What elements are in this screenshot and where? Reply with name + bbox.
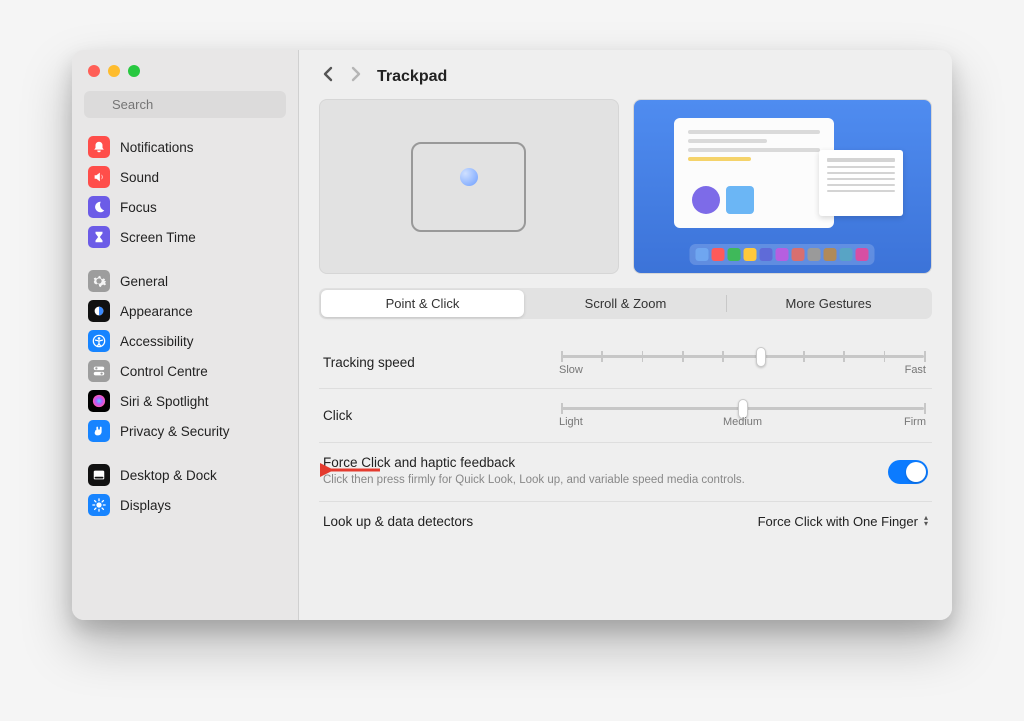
sidebar-item-label: Siri & Spotlight	[120, 394, 209, 409]
nav-back-button[interactable]	[321, 66, 335, 87]
click-label-light: Light	[559, 416, 583, 428]
sidebar-item-notifications[interactable]: Notifications	[82, 132, 288, 162]
dock-app-icon	[808, 248, 821, 261]
dock-app-icon	[776, 248, 789, 261]
moon-icon	[88, 196, 110, 218]
tab-more-gestures[interactable]: More Gestures	[727, 290, 930, 317]
sidebar-item-label: Screen Time	[120, 230, 196, 245]
toolbar: Trackpad	[299, 50, 952, 99]
tracking-speed-label: Tracking speed	[323, 355, 543, 370]
hand-icon	[88, 420, 110, 442]
dock-app-icon	[712, 248, 725, 261]
sidebar-item-accessibility[interactable]: Accessibility	[82, 326, 288, 356]
sidebar-item-label: Desktop & Dock	[120, 468, 217, 483]
row-tracking-speed: Tracking speed Slow Fast	[319, 337, 932, 389]
gear-icon	[88, 270, 110, 292]
search-container	[72, 87, 298, 128]
sidebar-list: Notifications Sound Focus Screen Time Genera…	[72, 128, 298, 620]
appearance-icon	[88, 300, 110, 322]
sidebar-item-general[interactable]: General	[82, 266, 288, 296]
tab-scroll-zoom[interactable]: Scroll & Zoom	[524, 290, 727, 317]
accessibility-icon	[88, 330, 110, 352]
demo-popup-icon	[819, 150, 903, 216]
bell-icon	[88, 136, 110, 158]
dock-app-icon	[840, 248, 853, 261]
dock-app-icon	[728, 248, 741, 261]
fullscreen-window-button[interactable]	[128, 65, 140, 77]
sidebar-item-label: Sound	[120, 170, 159, 185]
force-click-toggle[interactable]	[888, 460, 928, 484]
tracking-speed-slider[interactable]: Slow Fast	[557, 349, 928, 376]
sidebar-item-displays[interactable]: Displays	[82, 490, 288, 520]
tracking-speed-thumb[interactable]	[756, 347, 766, 367]
click-label: Click	[323, 408, 543, 423]
sidebar-item-privacy[interactable]: Privacy & Security	[82, 416, 288, 446]
lookup-label: Look up & data detectors	[323, 514, 744, 529]
sidebar-item-screentime[interactable]: Screen Time	[82, 222, 288, 252]
sidebar-item-label: Notifications	[120, 140, 194, 155]
click-label-firm: Firm	[904, 416, 926, 428]
dock-app-icon	[824, 248, 837, 261]
lookup-select[interactable]: Force Click with One Finger ▴▾	[758, 514, 928, 529]
speaker-icon	[88, 166, 110, 188]
hourglass-icon	[88, 226, 110, 248]
tracking-max-label: Fast	[905, 364, 926, 376]
chevron-updown-icon: ▴▾	[924, 515, 928, 527]
sun-icon	[88, 494, 110, 516]
sidebar-item-appearance[interactable]: Appearance	[82, 296, 288, 326]
system-settings-window: Notifications Sound Focus Screen Time Genera…	[72, 50, 952, 620]
sidebar-item-label: Displays	[120, 498, 171, 513]
tab-bar: Point & ClickScroll & ZoomMore Gestures	[319, 288, 932, 319]
content-pane: Trackpad ➤	[299, 50, 952, 620]
demo-window-icon	[674, 118, 834, 228]
sidebar-item-label: Control Centre	[120, 364, 208, 379]
window-controls	[72, 50, 298, 87]
dock-app-icon	[696, 248, 709, 261]
trackpad-preview	[319, 99, 619, 274]
gesture-demo-preview: ➤	[633, 99, 933, 274]
force-click-description: Click then press firmly for Quick Look, …	[323, 473, 874, 489]
demo-dock-icon	[690, 244, 875, 265]
force-click-label: Force Click and haptic feedback	[323, 455, 874, 470]
tracking-min-label: Slow	[559, 364, 583, 376]
trackpad-icon	[411, 142, 526, 232]
sidebar-item-sound[interactable]: Sound	[82, 162, 288, 192]
minimize-window-button[interactable]	[108, 65, 120, 77]
close-window-button[interactable]	[88, 65, 100, 77]
row-click: Click Light Medium Firm	[319, 389, 932, 443]
page-title: Trackpad	[377, 68, 447, 86]
row-force-click: Force Click and haptic feedback Click th…	[319, 443, 932, 502]
row-lookup: Look up & data detectors Force Click wit…	[319, 502, 932, 541]
dock-icon	[88, 464, 110, 486]
settings-scroll: ➤ Point & ClickScroll & ZoomMore Gesture…	[299, 99, 952, 620]
sidebar-item-focus[interactable]: Focus	[82, 192, 288, 222]
click-slider[interactable]: Light Medium Firm	[557, 401, 928, 430]
search-input[interactable]	[84, 91, 286, 118]
dock-app-icon	[744, 248, 757, 261]
sidebar-item-label: Appearance	[120, 304, 193, 319]
nav-forward-button[interactable]	[349, 66, 363, 87]
sidebar: Notifications Sound Focus Screen Time Genera…	[72, 50, 299, 620]
sidebar-item-label: Focus	[120, 200, 157, 215]
sidebar-item-label: Accessibility	[120, 334, 194, 349]
toggles-icon	[88, 360, 110, 382]
dock-app-icon	[792, 248, 805, 261]
sidebar-item-siri[interactable]: Siri & Spotlight	[82, 386, 288, 416]
preview-row: ➤	[319, 99, 932, 274]
sidebar-item-controlcentre[interactable]: Control Centre	[82, 356, 288, 386]
dock-app-icon	[760, 248, 773, 261]
click-label-medium: Medium	[723, 416, 762, 428]
tab-point-click[interactable]: Point & Click	[321, 290, 524, 317]
siri-icon	[88, 390, 110, 412]
dock-app-icon	[856, 248, 869, 261]
finger-indicator-icon	[460, 168, 478, 186]
sidebar-item-label: General	[120, 274, 168, 289]
sidebar-item-desktop[interactable]: Desktop & Dock	[82, 460, 288, 490]
lookup-value: Force Click with One Finger	[758, 514, 918, 529]
sidebar-item-label: Privacy & Security	[120, 424, 230, 439]
